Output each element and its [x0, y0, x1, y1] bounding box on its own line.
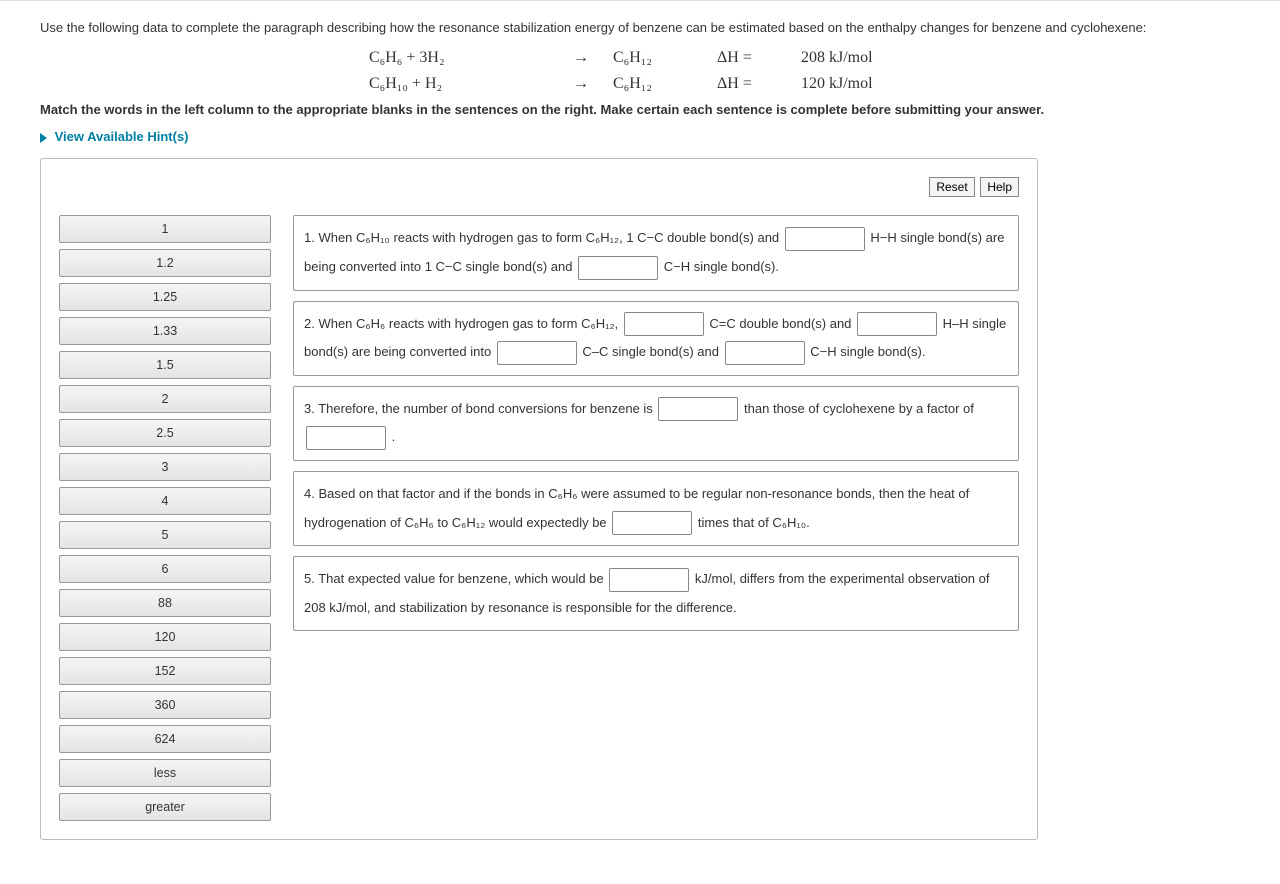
drop-slot[interactable] — [857, 312, 937, 336]
word-tile[interactable]: 360 — [59, 691, 271, 719]
sentence-text: 1. When C₆H₁₀ reacts with hydrogen gas t… — [304, 230, 783, 245]
sentence-1: 1. When C₆H₁₀ reacts with hydrogen gas t… — [293, 215, 1019, 290]
sentence-4: 4. Based on that factor and if the bonds… — [293, 471, 1019, 546]
word-tile[interactable]: 2 — [59, 385, 271, 413]
word-tile[interactable]: 1.25 — [59, 283, 271, 311]
drop-slot[interactable] — [609, 568, 689, 592]
view-hints-toggle[interactable]: View Available Hint(s) — [40, 129, 189, 144]
word-tile[interactable]: 88 — [59, 589, 271, 617]
eq2-arrow: → — [573, 71, 589, 97]
drop-slot[interactable] — [624, 312, 704, 336]
sentence-5: 5. That expected value for benzene, whic… — [293, 556, 1019, 631]
drop-slot[interactable] — [497, 341, 577, 365]
word-tile[interactable]: 4 — [59, 487, 271, 515]
drop-slot[interactable] — [658, 397, 738, 421]
help-button[interactable]: Help — [980, 177, 1019, 197]
sentence-text: . — [392, 429, 396, 444]
word-tile[interactable]: 1.5 — [59, 351, 271, 379]
sentence-text: 5. That expected value for benzene, whic… — [304, 571, 607, 586]
word-tile[interactable]: 2.5 — [59, 419, 271, 447]
drop-slot[interactable] — [785, 227, 865, 251]
word-tile[interactable]: 1 — [59, 215, 271, 243]
eq1-val: 208 kJ/mol — [801, 45, 911, 71]
word-tile[interactable]: 1.2 — [59, 249, 271, 277]
chevron-right-icon — [40, 133, 47, 143]
sentence-text: 2. When C₆H₆ reacts with hydrogen gas to… — [304, 316, 622, 331]
word-tile[interactable]: 1.33 — [59, 317, 271, 345]
sentence-text: 3. Therefore, the number of bond convers… — [304, 401, 656, 416]
word-tile[interactable]: greater — [59, 793, 271, 821]
eq1-lhs: C₆H₆ + 3H₂ — [369, 45, 549, 71]
drop-slot[interactable] — [612, 511, 692, 535]
drop-slot[interactable] — [725, 341, 805, 365]
equation-block: C₆H₆ + 3H₂ → C₆H₁₂ ΔH = 208 kJ/mol C₆H₁₀… — [40, 45, 1240, 96]
sentence-text: times that of C₆H₁₀. — [698, 515, 810, 530]
sentence-text: than those of cyclohexene by a factor of — [744, 401, 974, 416]
intro-text: Use the following data to complete the p… — [40, 19, 1240, 37]
work-area: Reset Help 1 1.2 1.25 1.33 1.5 2 2.5 3 4… — [40, 158, 1038, 840]
sentence-3: 3. Therefore, the number of bond convers… — [293, 386, 1019, 461]
word-tile[interactable]: 152 — [59, 657, 271, 685]
eq2-lhs: C₆H₁₀ + H₂ — [369, 71, 549, 97]
reset-button[interactable]: Reset — [929, 177, 974, 197]
word-tile[interactable]: less — [59, 759, 271, 787]
word-bank: 1 1.2 1.25 1.33 1.5 2 2.5 3 4 5 6 88 120… — [59, 215, 271, 821]
word-tile[interactable]: 6 — [59, 555, 271, 583]
word-tile[interactable]: 120 — [59, 623, 271, 651]
view-hints-label: View Available Hint(s) — [55, 129, 189, 144]
drop-slot[interactable] — [306, 426, 386, 450]
eq2-rhs: C₆H₁₂ — [613, 71, 693, 97]
sentence-text: C−H single bond(s). — [664, 259, 779, 274]
sentence-2: 2. When C₆H₆ reacts with hydrogen gas to… — [293, 301, 1019, 376]
sentence-text: C–C single bond(s) and — [582, 344, 722, 359]
eq1-arrow: → — [573, 45, 589, 71]
drop-slot[interactable] — [578, 256, 658, 280]
sentence-text: C=C double bond(s) and — [709, 316, 855, 331]
eq1-rhs: C₆H₁₂ — [613, 45, 693, 71]
word-tile[interactable]: 5 — [59, 521, 271, 549]
word-tile[interactable]: 3 — [59, 453, 271, 481]
eq2-dh: ΔH = — [717, 71, 777, 97]
eq1-dh: ΔH = — [717, 45, 777, 71]
word-tile[interactable]: 624 — [59, 725, 271, 753]
eq2-val: 120 kJ/mol — [801, 71, 911, 97]
sentence-text: C−H single bond(s). — [810, 344, 925, 359]
match-instruction: Match the words in the left column to th… — [40, 102, 1240, 117]
